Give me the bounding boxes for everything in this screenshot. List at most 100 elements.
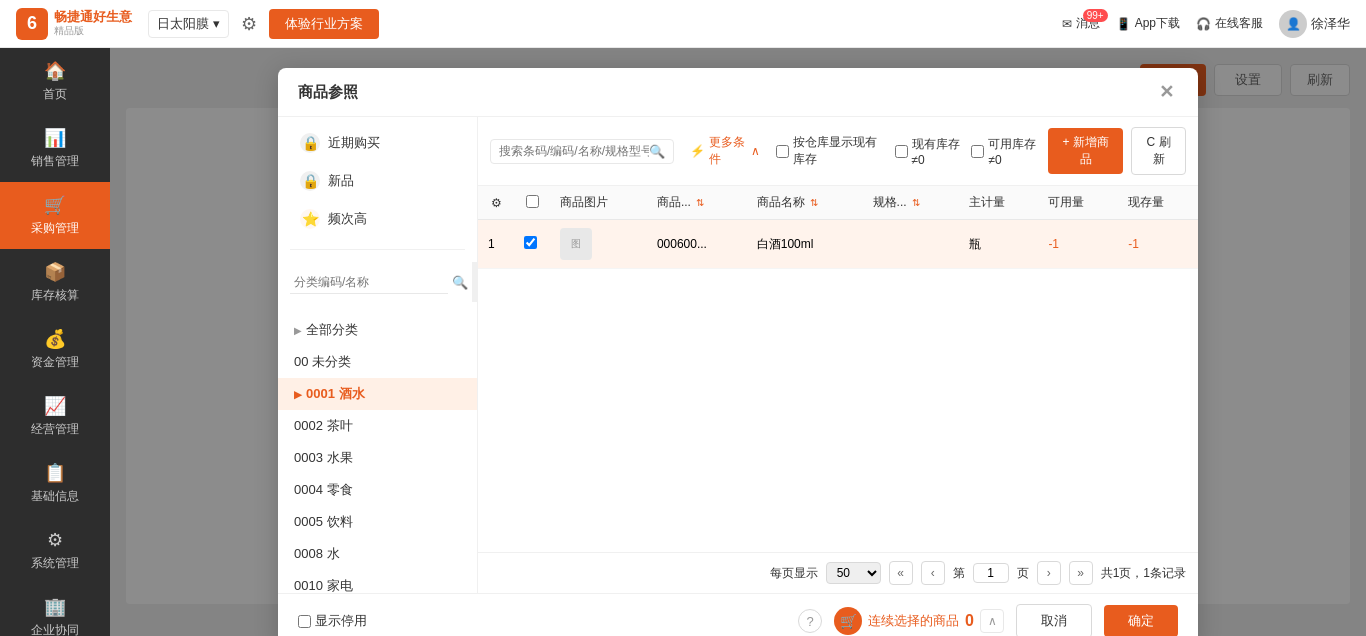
cat-item-0004[interactable]: 0004 零食 xyxy=(278,474,477,506)
checkbox-usable-input[interactable] xyxy=(971,145,984,158)
footer-cart-area: ? 🛒 连续选择的商品 0 ∧ 取消 确定 xyxy=(798,604,1178,636)
more-filter-button[interactable]: ⚡ 更多条件 ∧ xyxy=(682,130,768,172)
col-spec[interactable]: 规格... ⇅ xyxy=(863,186,959,220)
user-name: 徐泽华 xyxy=(1311,15,1350,33)
confirm-button[interactable]: 确定 xyxy=(1104,605,1178,636)
settings-icon[interactable]: ⚙ xyxy=(241,13,257,35)
help-button[interactable]: ? xyxy=(798,609,822,633)
chevron-down-icon: ▾ xyxy=(213,16,220,31)
store-selector[interactable]: 日太阳膜 ▾ xyxy=(148,10,229,38)
sidebar-label-enterprise: 企业协同 xyxy=(31,622,79,636)
cell-image: 图 xyxy=(550,220,647,269)
sidebar-item-finance[interactable]: 💰 资金管理 xyxy=(0,316,110,383)
cell-available: -1 xyxy=(1038,220,1118,269)
sidebar-label-home: 首页 xyxy=(43,86,67,103)
cart-collapse-button[interactable]: ∧ xyxy=(980,609,1004,633)
tab-frequent[interactable]: ⭐ 频次高 xyxy=(290,201,465,237)
cat-item-0001[interactable]: ▶ 0001 酒水 xyxy=(278,378,477,410)
add-product-button[interactable]: + 新增商品 xyxy=(1048,128,1123,174)
sidebar-item-home[interactable]: 🏠 首页 xyxy=(0,48,110,115)
cart-label: 连续选择的商品 xyxy=(868,612,959,630)
sidebar-item-operations[interactable]: 📈 经营管理 xyxy=(0,383,110,450)
sort-spec-icon: ⇅ xyxy=(912,197,920,208)
cat-label-0005: 0005 饮料 xyxy=(294,513,353,531)
modal-footer: 显示停用 ? 🛒 连续选择的商品 0 ∧ 取消 确定 xyxy=(278,593,1198,636)
col-code-label: 商品... xyxy=(657,195,691,209)
checkbox-usable-stock[interactable]: 可用库存≠0 xyxy=(971,136,1040,167)
category-search-input[interactable] xyxy=(290,271,448,294)
cell-no: 1 xyxy=(478,220,514,269)
user-area[interactable]: 👤 徐泽华 xyxy=(1279,10,1350,38)
cat-item-0008[interactable]: 0008 水 xyxy=(278,538,477,570)
product-search-icon[interactable]: 🔍 xyxy=(649,144,665,159)
logo-icon: 6 xyxy=(16,8,48,40)
refresh-button[interactable]: C 刷新 xyxy=(1131,127,1186,175)
filter-label: 更多条件 xyxy=(709,134,747,168)
tab-new[interactable]: 🔒 新品 xyxy=(290,163,465,199)
product-image: 图 xyxy=(560,228,592,260)
app-download-item[interactable]: 📱 App下载 xyxy=(1116,15,1180,32)
cell-name: 白酒100ml xyxy=(747,220,863,269)
col-name[interactable]: 商品名称 ⇅ xyxy=(747,186,863,220)
right-panel: 🔍 ⚡ 更多条件 ∧ 按仓库显示现有库存 xyxy=(478,117,1198,593)
trial-btn[interactable]: 体验行业方案 xyxy=(269,9,379,39)
sidebar-label-purchase: 采购管理 xyxy=(31,220,79,237)
cat-item-0003[interactable]: 0003 水果 xyxy=(278,442,477,474)
table-row[interactable]: 1 图 000600... 白酒100ml xyxy=(478,220,1198,269)
cat-item-0002[interactable]: 0002 茶叶 xyxy=(278,410,477,442)
cat-item-00[interactable]: 00 未分类 xyxy=(278,346,477,378)
cart-icon: 🛒 xyxy=(834,607,862,635)
basic-icon: 📋 xyxy=(44,462,66,484)
sidebar-item-sales[interactable]: 📊 销售管理 xyxy=(0,115,110,182)
per-page-select[interactable]: 50 10 20 100 xyxy=(826,562,881,584)
cat-label-00: 00 未分类 xyxy=(294,353,351,371)
cat-label-0003: 0003 水果 xyxy=(294,449,353,467)
sidebar-item-purchase[interactable]: 🛒 采购管理 xyxy=(0,182,110,249)
message-item[interactable]: ✉ 消息 99+ xyxy=(1062,15,1100,32)
show-disabled-checkbox[interactable]: 显示停用 xyxy=(298,612,367,630)
purchase-icon: 🛒 xyxy=(44,194,66,216)
sidebar-item-system[interactable]: ⚙ 系统管理 xyxy=(0,517,110,584)
select-all-checkbox[interactable] xyxy=(526,195,539,208)
modal-close-button[interactable]: ✕ xyxy=(1154,80,1178,104)
cell-checkbox[interactable] xyxy=(514,220,550,269)
cell-stock: -1 xyxy=(1118,220,1198,269)
logo-text: 畅捷通好生意 xyxy=(54,9,132,25)
sidebar-label-system: 系统管理 xyxy=(31,555,79,572)
row-checkbox[interactable] xyxy=(524,236,537,249)
sales-icon: 📊 xyxy=(44,127,66,149)
product-search-input[interactable] xyxy=(499,144,649,158)
checkbox-warehouse-stock[interactable]: 按仓库显示现有库存 xyxy=(776,134,886,168)
show-disabled-input[interactable] xyxy=(298,615,311,628)
sidebar-item-enterprise[interactable]: 🏢 企业协同 xyxy=(0,584,110,636)
online-service-item[interactable]: 🎧 在线客服 xyxy=(1196,15,1263,32)
page-first-button[interactable]: « xyxy=(889,561,913,585)
enterprise-icon: 🏢 xyxy=(44,596,66,618)
cat-item-0010[interactable]: 0010 家电 xyxy=(278,570,477,593)
checkbox-available-input[interactable] xyxy=(895,145,908,158)
message-badge: 99+ xyxy=(1083,9,1108,22)
online-service-label: 在线客服 xyxy=(1215,15,1263,32)
store-name: 日太阳膜 xyxy=(157,15,209,33)
sidebar-item-inventory[interactable]: 📦 库存核算 xyxy=(0,249,110,316)
page-number-input[interactable] xyxy=(973,563,1009,583)
category-search-icon[interactable]: 🔍 xyxy=(452,275,468,290)
page-prev-button[interactable]: ‹ xyxy=(921,561,945,585)
sidebar-label-inventory: 库存核算 xyxy=(31,287,79,304)
cat-item-0005[interactable]: 0005 饮料 xyxy=(278,506,477,538)
inventory-icon: 📦 xyxy=(44,261,66,283)
pagination-bar: 每页显示 50 10 20 100 « ‹ 第 页 xyxy=(478,552,1198,593)
home-icon: 🏠 xyxy=(44,60,66,82)
checkbox-available-stock[interactable]: 现有库存≠0 xyxy=(895,136,964,167)
tab-recent[interactable]: 🔒 近期购买 xyxy=(290,125,465,161)
col-code[interactable]: 商品... ⇅ xyxy=(647,186,747,220)
col-settings[interactable]: ⚙ xyxy=(478,186,514,220)
cancel-button[interactable]: 取消 xyxy=(1016,604,1092,636)
cat-item-all[interactable]: ▶ 全部分类 xyxy=(278,314,477,346)
page-last-button[interactable]: » xyxy=(1069,561,1093,585)
logo-area: 6 畅捷通好生意 精品版 xyxy=(16,8,136,40)
checkbox-warehouse-input[interactable] xyxy=(776,145,789,158)
sidebar-item-basic[interactable]: 📋 基础信息 xyxy=(0,450,110,517)
sidebar-label-basic: 基础信息 xyxy=(31,488,79,505)
page-next-button[interactable]: › xyxy=(1037,561,1061,585)
